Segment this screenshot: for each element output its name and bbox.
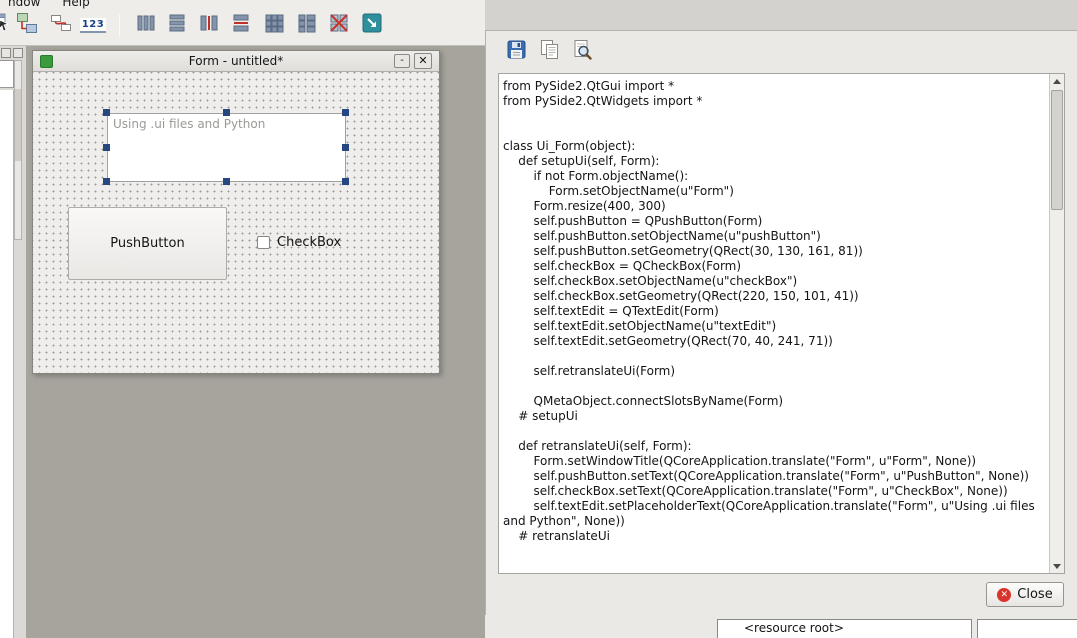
break-layout-icon <box>327 11 351 39</box>
widget-filter-input[interactable] <box>0 60 14 88</box>
resource-root-item[interactable]: <resource root> <box>717 619 972 638</box>
scrollbar-thumb[interactable] <box>1051 90 1063 210</box>
layout-vertical-splitter-icon <box>229 11 253 39</box>
widget-box-panel <box>0 46 26 638</box>
form-window-title: Form - untitled* <box>33 54 439 68</box>
edit-widgets-icon <box>0 11 12 39</box>
layout-grid-button[interactable] <box>261 12 287 38</box>
selection-handle[interactable] <box>103 144 110 151</box>
selection-handle[interactable] <box>103 109 110 116</box>
layout-horizontal-splitter-button[interactable] <box>196 12 222 38</box>
copy-button[interactable] <box>537 39 561 63</box>
python-code: from PySide2.QtGui import * from PySide2… <box>503 79 1047 571</box>
close-button-label: Close <box>1017 587 1052 602</box>
selection-handle[interactable] <box>342 144 349 151</box>
selection-handle[interactable] <box>103 178 110 185</box>
resource-root-label: <resource root> <box>718 620 971 635</box>
edit-tab-order-button[interactable]: 123 <box>80 12 106 38</box>
form-canvas[interactable]: Using .ui files and Python PushButton Ch… <box>33 72 439 373</box>
layout-form-icon <box>295 11 319 39</box>
find-button[interactable] <box>570 39 594 63</box>
textedit-widget[interactable]: Using .ui files and Python <box>107 113 346 182</box>
edit-buddies-button[interactable] <box>48 12 74 38</box>
code-scrollbar[interactable] <box>1049 74 1064 573</box>
copy-icon <box>538 38 561 65</box>
edit-buddies-icon <box>49 11 73 39</box>
checkbox-label: CheckBox <box>277 235 341 250</box>
layout-horizontal-button[interactable] <box>133 12 159 38</box>
form-designer-window: Form - untitled* - ✕ Using .ui files and… <box>32 50 440 374</box>
layout-horizontal-icon <box>134 11 158 39</box>
layout-grid-icon <box>262 11 286 39</box>
layout-vertical-icon <box>165 11 189 39</box>
minimize-button[interactable]: - <box>394 54 410 68</box>
code-view[interactable]: from PySide2.QtGui import * from PySide2… <box>498 73 1065 574</box>
break-layout-button[interactable] <box>326 12 352 38</box>
window-background <box>485 0 1077 30</box>
toolbar-separator <box>119 14 120 36</box>
adjust-size-icon <box>360 11 384 39</box>
code-preview-dialog: from PySide2.QtGui import * from PySide2… <box>485 30 1077 615</box>
close-button[interactable]: ✕ <box>414 53 432 69</box>
selection-handle[interactable] <box>223 178 230 185</box>
widget-box-list[interactable] <box>0 90 14 638</box>
edit-signals-slots-icon <box>15 11 39 39</box>
menu-help[interactable]: Help <box>62 0 89 9</box>
textedit-placeholder: Using .ui files and Python <box>108 114 345 134</box>
layout-form-button[interactable] <box>294 12 320 38</box>
save-button[interactable] <box>504 39 528 63</box>
checkbox-indicator[interactable] <box>257 236 270 249</box>
edit-widgets-button[interactable] <box>0 12 13 38</box>
selection-handle[interactable] <box>223 109 230 116</box>
form-window-titlebar[interactable]: Form - untitled* - ✕ <box>33 51 439 72</box>
checkbox-widget[interactable]: CheckBox <box>257 233 341 251</box>
scroll-up-icon[interactable] <box>1050 74 1064 88</box>
scroll-down-icon[interactable] <box>1050 559 1064 573</box>
resource-panel-fragment <box>977 619 1077 638</box>
close-icon: ✕ <box>997 588 1011 602</box>
adjust-size-button[interactable] <box>359 12 385 38</box>
dialog-close-button[interactable]: ✕ Close <box>986 582 1064 607</box>
pushbutton-widget[interactable]: PushButton <box>68 207 227 280</box>
save-icon <box>505 38 528 65</box>
selection-handle[interactable] <box>342 178 349 185</box>
menu-window[interactable]: ndow <box>8 0 40 9</box>
menubar: ndow Help <box>0 0 480 9</box>
edit-signals-slots-button[interactable] <box>14 12 40 38</box>
layout-vertical-button[interactable] <box>164 12 190 38</box>
find-icon <box>571 38 594 65</box>
dock-close-icon[interactable] <box>13 48 23 58</box>
dock-float-icon[interactable] <box>1 48 11 58</box>
qt-designer-app: ndow Help <box>0 0 1077 638</box>
layout-vertical-splitter-button[interactable] <box>228 12 254 38</box>
layout-horizontal-splitter-icon <box>197 11 221 39</box>
widget-box-scrollbar[interactable] <box>14 60 22 240</box>
selection-handle[interactable] <box>342 109 349 116</box>
edit-tab-order-icon: 123 <box>80 18 106 33</box>
scrollbar-thumb[interactable] <box>15 89 21 161</box>
